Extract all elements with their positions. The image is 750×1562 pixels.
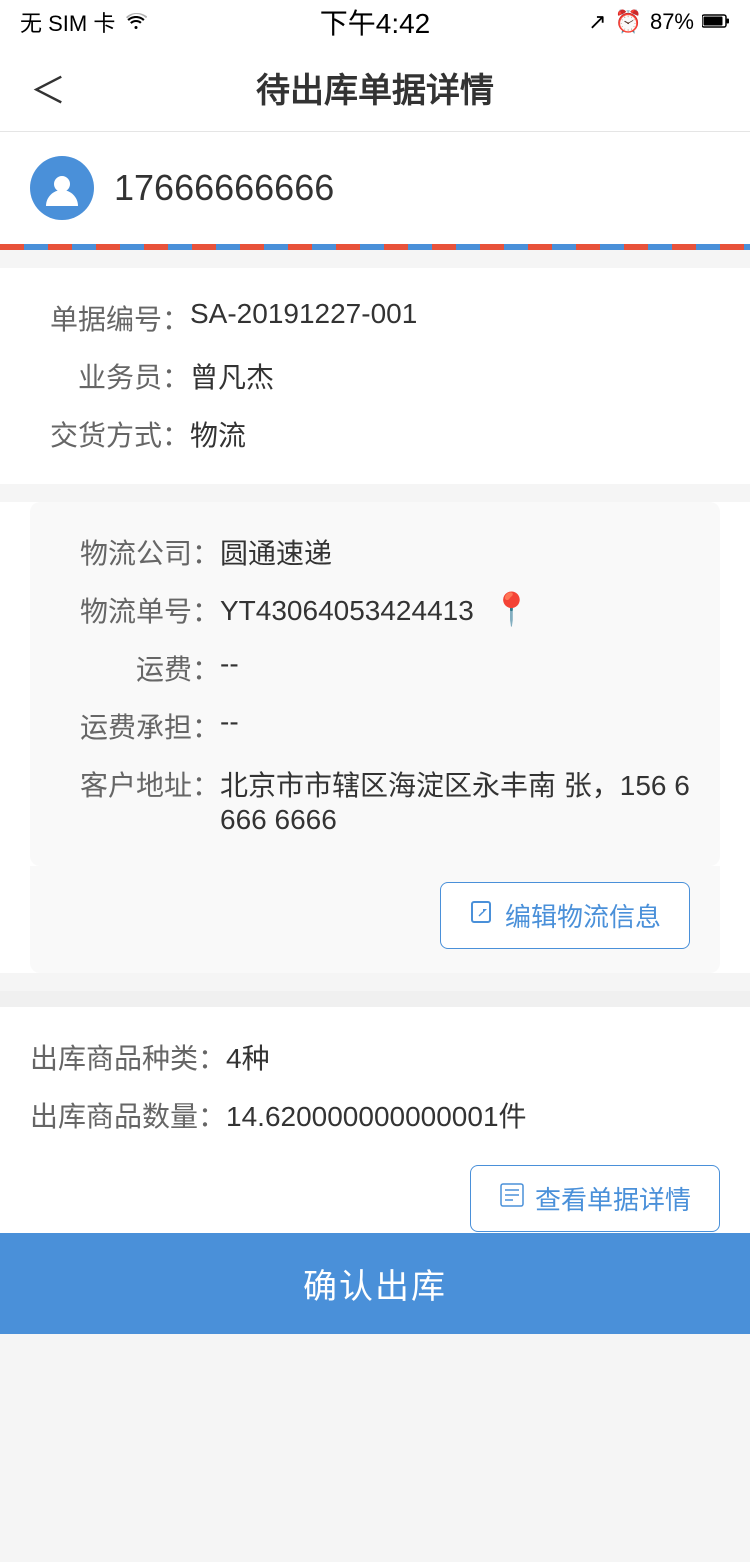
address-label: 客户地址： [60, 764, 220, 804]
edit-logistics-label: 编辑物流信息 [505, 897, 661, 934]
logistics-box: 物流公司： 圆通速递 物流单号： YT43064053424413 📍 运费： … [30, 502, 720, 866]
summary-section: 出库商品种类： 4种 出库商品数量： 14.620000000000001件 [0, 1007, 750, 1165]
battery-text: 87% [650, 9, 694, 35]
tracking-value: YT43064053424413 📍 [220, 590, 690, 628]
confirm-button[interactable]: 确认出库 [0, 1259, 750, 1308]
order-no-value: SA-20191227-001 [190, 298, 720, 330]
sales-person-label: 业务员： [30, 356, 190, 396]
avatar [30, 156, 94, 220]
battery-icon [702, 9, 730, 35]
freight-bearer-row: 运费承担： -- [60, 706, 690, 746]
edit-btn-row: 编辑物流信息 [30, 866, 720, 973]
view-detail-button[interactable]: 查看单据详情 [470, 1165, 720, 1232]
freight-value: -- [220, 648, 690, 680]
edit-icon [469, 899, 495, 932]
freight-label: 运费： [60, 648, 220, 688]
alarm-icon: ⏰ [615, 9, 642, 35]
location-pin-icon[interactable]: 📍 [492, 591, 532, 627]
location-arrow-icon: ↗ [588, 9, 606, 35]
dashed-divider [0, 244, 750, 250]
freight-bearer-value: -- [220, 706, 690, 738]
product-types-label: 出库商品种类： [30, 1037, 226, 1077]
address-value: 北京市市辖区海淀区永丰南 张，156 6666 6666 [220, 764, 690, 836]
freight-bearer-label: 运费承担： [60, 706, 220, 746]
wifi-icon [125, 9, 147, 35]
customer-header: 17666666666 [0, 132, 750, 244]
logistics-company-value: 圆通速递 [220, 532, 690, 572]
tracking-label: 物流单号： [60, 590, 220, 630]
delivery-method-row: 交货方式： 物流 [30, 414, 720, 454]
sales-person-row: 业务员： 曾凡杰 [30, 356, 720, 396]
order-no-row: 单据编号： SA-20191227-001 [30, 298, 720, 338]
status-time: 下午4:42 [320, 2, 431, 42]
order-no-label: 单据编号： [30, 298, 190, 338]
confirm-button-wrapper: 确认出库 [0, 1233, 750, 1334]
nav-bar: ＜ 待出库单据详情 [0, 44, 750, 132]
freight-row: 运费： -- [60, 648, 690, 688]
product-qty-value: 14.620000000000001件 [226, 1095, 720, 1135]
product-qty-label: 出库商品数量： [30, 1095, 226, 1135]
status-right: ↗ ⏰ 87% [588, 9, 730, 35]
logistics-company-label: 物流公司： [60, 532, 220, 572]
delivery-method-label: 交货方式： [30, 414, 190, 454]
section-divider [0, 991, 750, 1007]
edit-logistics-button[interactable]: 编辑物流信息 [440, 882, 690, 949]
address-row: 客户地址： 北京市市辖区海淀区永丰南 张，156 6666 6666 [60, 764, 690, 836]
status-bar: 无 SIM 卡 下午4:42 ↗ ⏰ 87% [0, 0, 750, 44]
product-qty-row: 出库商品数量： 14.620000000000001件 [30, 1095, 720, 1135]
product-types-row: 出库商品种类： 4种 [30, 1037, 720, 1077]
back-button[interactable]: ＜ [30, 62, 86, 114]
tracking-number-row: 物流单号： YT43064053424413 📍 [60, 590, 690, 630]
product-types-value: 4种 [226, 1037, 720, 1077]
sales-person-value: 曾凡杰 [190, 356, 720, 396]
page-title: 待出库单据详情 [86, 63, 664, 112]
carrier-text: 无 SIM 卡 [20, 6, 115, 38]
order-info-section: 单据编号： SA-20191227-001 业务员： 曾凡杰 交货方式： 物流 [0, 268, 750, 484]
view-detail-label: 查看单据详情 [535, 1180, 691, 1217]
list-icon [499, 1182, 525, 1215]
customer-phone: 17666666666 [114, 167, 334, 209]
logistics-company-row: 物流公司： 圆通速递 [60, 532, 690, 572]
status-left: 无 SIM 卡 [20, 6, 147, 38]
delivery-method-value: 物流 [190, 414, 720, 454]
